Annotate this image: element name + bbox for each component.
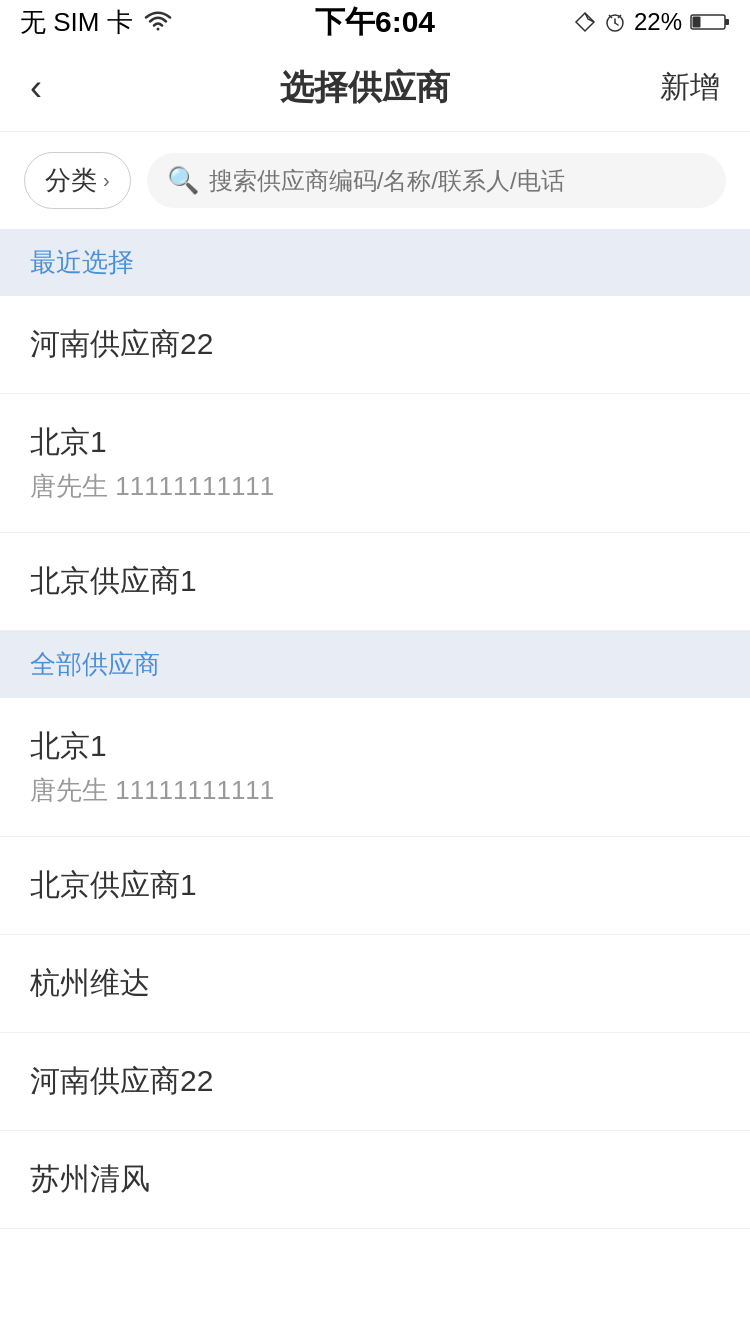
nav-bar: ‹ 选择供应商 新增: [0, 44, 750, 132]
list-item[interactable]: 北京供应商1: [0, 533, 750, 631]
list-item[interactable]: 苏州清风: [0, 1131, 750, 1229]
list-item[interactable]: 北京供应商1: [0, 837, 750, 935]
list-item[interactable]: 北京1 唐先生 11111111111: [0, 394, 750, 533]
item-name: 北京1: [30, 422, 720, 463]
item-name: 河南供应商22: [30, 324, 720, 365]
search-input[interactable]: [209, 167, 706, 195]
list-item[interactable]: 杭州维达: [0, 935, 750, 1033]
battery-icon: [690, 12, 730, 32]
item-name: 苏州清风: [30, 1159, 720, 1200]
all-section-header: 全部供应商: [0, 631, 750, 698]
back-button[interactable]: ‹: [30, 67, 90, 109]
all-section-title: 全部供应商: [30, 649, 160, 679]
all-list: 北京1 唐先生 11111111111 北京供应商1 杭州维达 河南供应商22 …: [0, 698, 750, 1229]
location-icon: [574, 11, 596, 33]
chevron-right-icon: ›: [103, 169, 110, 192]
item-name: 北京1: [30, 726, 720, 767]
status-right: 22%: [574, 8, 730, 36]
svg-rect-4: [725, 19, 729, 25]
add-button[interactable]: 新增: [640, 67, 720, 108]
status-time: 下午6:04: [315, 2, 435, 43]
item-name: 河南供应商22: [30, 1061, 720, 1102]
search-icon: 🔍: [167, 165, 199, 196]
category-filter-button[interactable]: 分类 ›: [24, 152, 131, 209]
item-contact: 唐先生 11111111111: [30, 773, 720, 808]
item-name: 北京供应商1: [30, 865, 720, 906]
page-title: 选择供应商: [90, 65, 640, 111]
item-contact: 唐先生 11111111111: [30, 469, 720, 504]
list-item[interactable]: 北京1 唐先生 11111111111: [0, 698, 750, 837]
svg-rect-5: [693, 17, 701, 28]
status-carrier: 无 SIM 卡: [20, 5, 173, 40]
wifi-icon: [143, 11, 173, 33]
recent-section-header: 最近选择: [0, 229, 750, 296]
status-bar: 无 SIM 卡 下午6:04 22%: [0, 0, 750, 44]
category-label: 分类: [45, 163, 97, 198]
list-item[interactable]: 河南供应商22: [0, 296, 750, 394]
svg-line-2: [615, 23, 618, 25]
recent-list: 河南供应商22 北京1 唐先生 11111111111 北京供应商1: [0, 296, 750, 631]
filter-bar: 分类 › 🔍: [0, 132, 750, 229]
list-item[interactable]: 河南供应商22: [0, 1033, 750, 1131]
item-name: 北京供应商1: [30, 561, 720, 602]
search-box: 🔍: [147, 153, 726, 208]
alarm-icon: [604, 11, 626, 33]
recent-section-title: 最近选择: [30, 247, 134, 277]
battery-text: 22%: [634, 8, 682, 36]
item-name: 杭州维达: [30, 963, 720, 1004]
